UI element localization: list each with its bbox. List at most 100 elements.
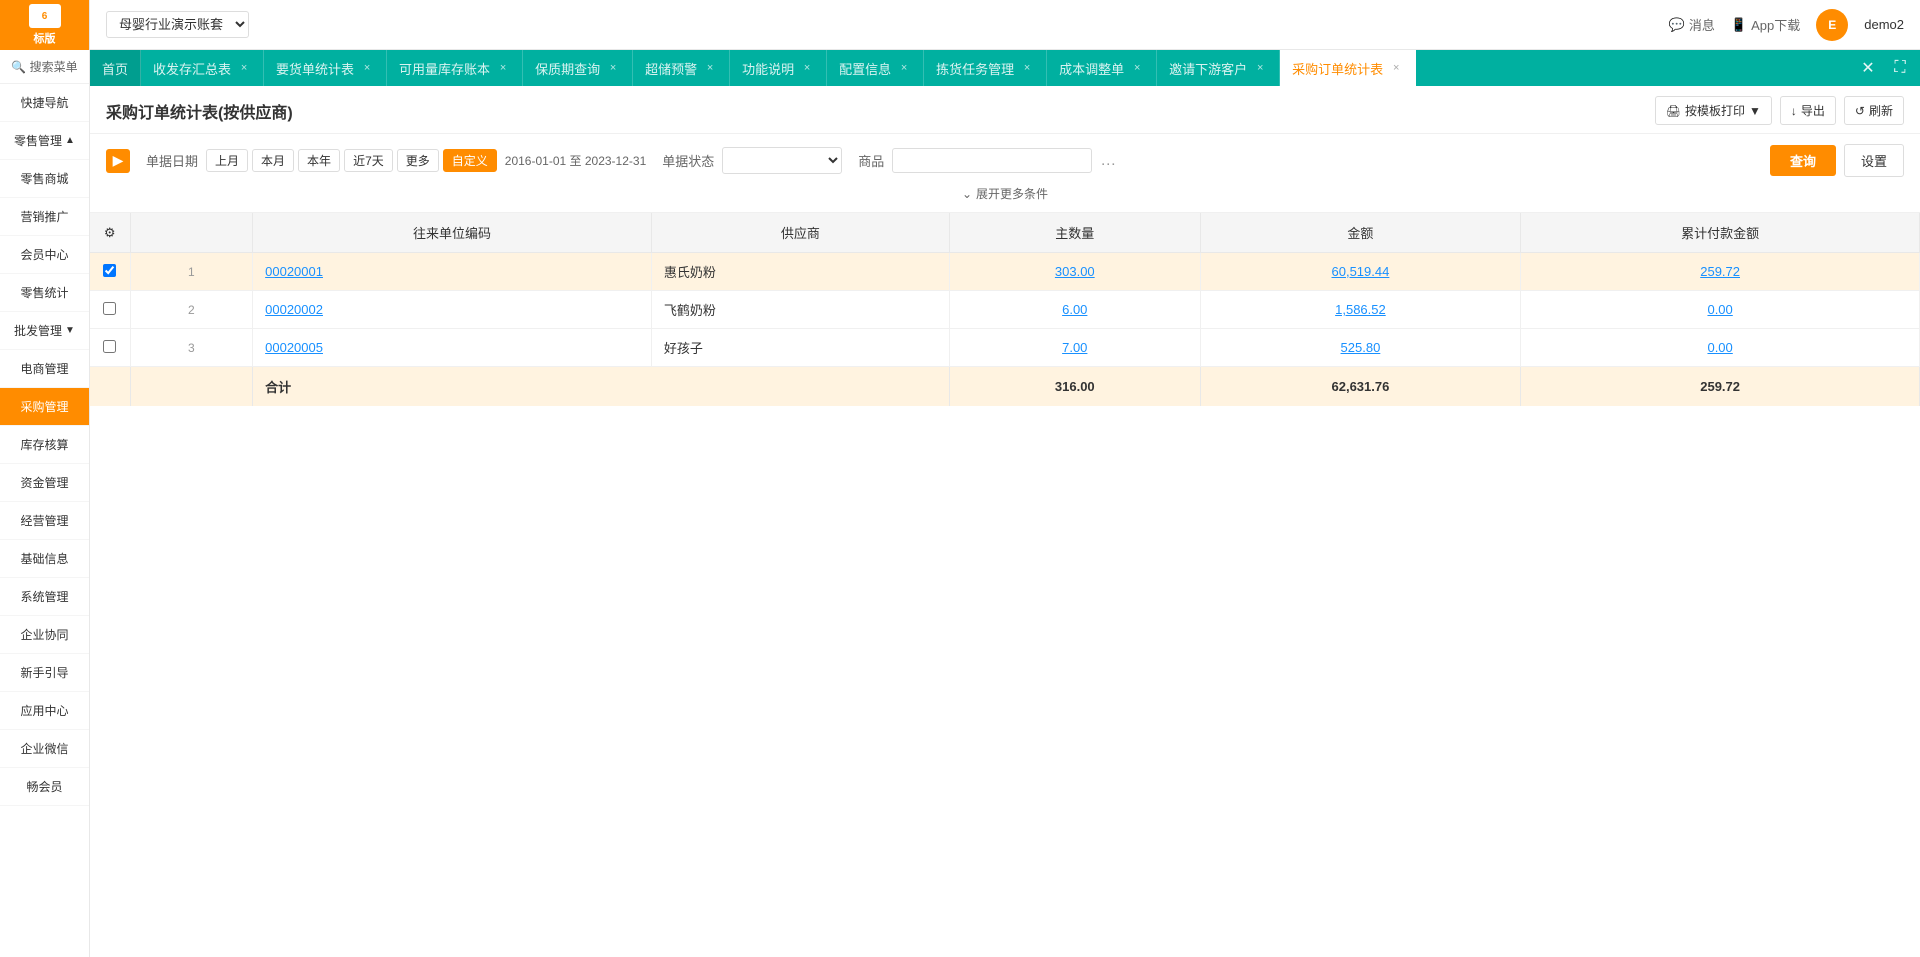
tab-yaoqingyouke[interactable]: 邀请下游客户 × [1157,50,1280,86]
tab-close-icon[interactable]: × [897,61,911,75]
row-paid[interactable]: 0.00 [1521,329,1920,367]
message-button[interactable]: 💬 消息 [1669,15,1715,34]
sidebar-item-label: 批发管理 [14,322,62,339]
sidebar-item-wechat[interactable]: 企业微信 [0,730,89,768]
sidebar-item-finance[interactable]: 资金管理 [0,464,89,502]
filter-toggle-button[interactable]: ▶ [106,149,130,173]
row-checkbox[interactable] [103,340,116,353]
row-checkbox[interactable] [103,302,116,315]
sidebar-item-search[interactable]: 🔍 搜索菜单 [0,50,89,84]
refresh-button[interactable]: ↺ 刷新 [1844,96,1904,125]
sidebar-item-retail-stats[interactable]: 零售统计 [0,274,89,312]
tab-expand-icon[interactable]: ⛶ [1888,56,1912,80]
sidebar-item-retail[interactable]: 零售管理 ▲ [0,122,89,160]
table-footer-row: 合计 316.00 62,631.76 259.72 [90,367,1920,407]
phone-icon: 📱 [1731,17,1747,33]
user-name[interactable]: demo2 [1864,17,1904,32]
row-amount[interactable]: 525.80 [1200,329,1521,367]
tab-close-icon[interactable]: × [606,61,620,75]
table-header-row: ⚙ 往来单位编码 供应商 主数量 金额 累计付款金额 [90,213,1920,253]
tab-chengbentiaozhen[interactable]: 成本调整单 × [1047,50,1157,86]
tab-keyongliang[interactable]: 可用量库存账本 × [387,50,523,86]
tab-close-icon[interactable]: × [1253,61,1267,75]
expand-more-button[interactable]: ⌄ 展开更多条件 [962,185,1048,202]
sidebar-item-label: 搜索菜单 [30,60,78,74]
row-paid[interactable]: 0.00 [1521,291,1920,329]
message-label: 消息 [1689,15,1715,34]
row-qty[interactable]: 303.00 [949,253,1200,291]
status-select-wrapper[interactable] [722,147,842,174]
tab-label: 超储预警 [645,59,697,78]
row-code[interactable]: 00020001 [253,253,652,291]
date-more-button[interactable]: 更多 [397,149,439,172]
sidebar-item-inventory[interactable]: 库存核算 [0,426,89,464]
print-button[interactable]: 🖨 按模板打印 ▼ [1655,96,1772,125]
goods-input[interactable] [892,148,1092,173]
sidebar-item-appcenter[interactable]: 应用中心 [0,692,89,730]
workspace-dropdown[interactable]: 母婴行业演示账套 [106,11,249,38]
row-qty[interactable]: 6.00 [949,291,1200,329]
date-custom-button[interactable]: 自定义 [443,149,497,172]
tab-close-icon[interactable]: × [800,61,814,75]
tab-close-all-icon[interactable]: ✕ [1856,56,1880,80]
tab-shoufahuizong[interactable]: 收发存汇总表 × [141,50,264,86]
date-this-month-button[interactable]: 本月 [252,149,294,172]
tab-chaochu[interactable]: 超储预警 × [633,50,730,86]
row-amount[interactable]: 60,519.44 [1200,253,1521,291]
sidebar-item-marketing[interactable]: 营销推广 [0,198,89,236]
tab-baozhi[interactable]: 保质期查询 × [523,50,633,86]
query-button[interactable]: 查询 [1770,145,1836,176]
sidebar-item-operations[interactable]: 经营管理 [0,502,89,540]
tab-caigoutongjibiao[interactable]: 采购订单统计表 × [1280,50,1416,86]
date-7days-button[interactable]: 近7天 [344,149,393,172]
top-bar: 母婴行业演示账套 💬 消息 📱 App下载 E demo2 [90,0,1920,50]
message-icon: 💬 [1669,17,1685,33]
row-code[interactable]: 00020005 [253,329,652,367]
tab-close-icon[interactable]: × [1130,61,1144,75]
print-icon: 🖨 [1666,104,1681,118]
row-paid[interactable]: 259.72 [1521,253,1920,291]
sidebar-item-quicknav[interactable]: 快捷导航 [0,84,89,122]
row-code[interactable]: 00020002 [253,291,652,329]
row-checkbox-cell[interactable] [90,291,130,329]
date-this-year-button[interactable]: 本年 [298,149,340,172]
main-area: 母婴行业演示账套 💬 消息 📱 App下载 E demo2 首页 收发存汇总表 … [90,0,1920,957]
sidebar-item-enterprise[interactable]: 企业协同 [0,616,89,654]
tab-close-icon[interactable]: × [703,61,717,75]
goods-more-icon[interactable]: … [1100,152,1116,170]
sidebar-item-member[interactable]: 会员中心 [0,236,89,274]
table-header-settings[interactable]: ⚙ [90,213,130,253]
tab-peizhi[interactable]: 配置信息 × [827,50,924,86]
sidebar-item-ecommerce[interactable]: 电商管理 [0,350,89,388]
row-checkbox-cell[interactable] [90,253,130,291]
sidebar-item-retail-mall[interactable]: 零售商城 [0,160,89,198]
tab-peihuorenwu[interactable]: 拣货任务管理 × [924,50,1047,86]
tab-home[interactable]: 首页 [90,50,141,86]
date-last-month-button[interactable]: 上月 [206,149,248,172]
sidebar-item-basic[interactable]: 基础信息 [0,540,89,578]
sidebar-item-system[interactable]: 系统管理 [0,578,89,616]
workspace-selector[interactable]: 母婴行业演示账套 [106,11,249,38]
sidebar-item-newguide[interactable]: 新手引导 [0,654,89,692]
tab-close-icon[interactable]: × [1020,61,1034,75]
tab-close-icon[interactable]: × [237,61,251,75]
status-select[interactable] [722,147,842,174]
tab-close-icon[interactable]: × [360,61,374,75]
row-qty[interactable]: 7.00 [949,329,1200,367]
export-button[interactable]: ↓ 导出 [1780,96,1836,125]
app-download-button[interactable]: 📱 App下载 [1731,15,1800,34]
sidebar-item-purchase[interactable]: 采购管理 [0,388,89,426]
sidebar-item-vip[interactable]: 畅会员 [0,768,89,806]
search-icon: 🔍 [11,60,26,74]
sidebar-item-label: 经营管理 [20,512,68,529]
row-checkbox-cell[interactable] [90,329,130,367]
row-amount[interactable]: 1,586.52 [1200,291,1521,329]
tab-yaohuodantongjibiao[interactable]: 要货单统计表 × [264,50,387,86]
tab-gongneng[interactable]: 功能说明 × [730,50,827,86]
settings-button[interactable]: 设置 [1844,144,1904,177]
tab-close-icon[interactable]: × [1389,61,1403,75]
sidebar-item-wholesale[interactable]: 批发管理 ▼ [0,312,89,350]
row-checkbox[interactable] [103,264,116,277]
app-logo: 6 标版 [0,0,89,50]
tab-close-icon[interactable]: × [496,61,510,75]
